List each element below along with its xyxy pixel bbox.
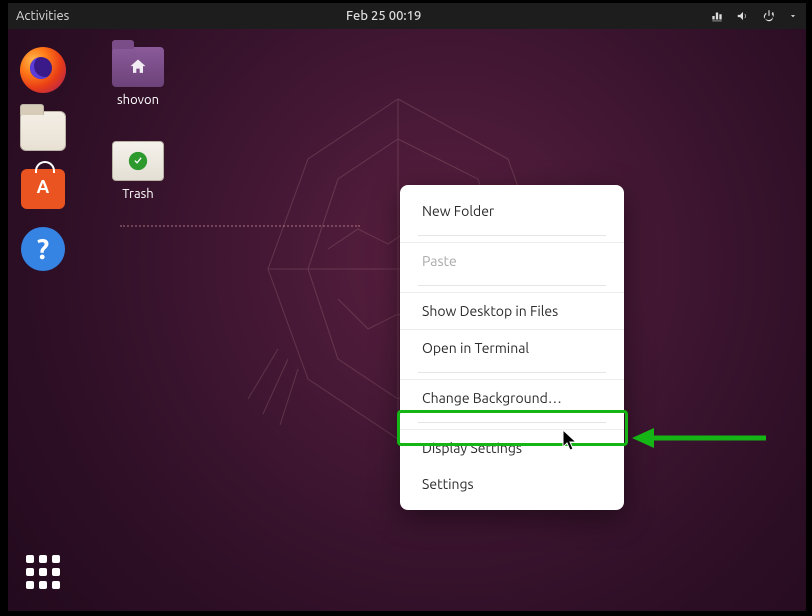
dock-firefox-icon[interactable] [20,47,66,93]
menu-display-settings[interactable]: Display Settings [400,429,624,466]
desktop[interactable]: ? shovon Trash [8,29,806,611]
wallpaper-dots [120,225,360,227]
annotation-arrow-icon [626,423,776,453]
dock-files-icon[interactable] [20,111,66,151]
menu-open-in-terminal[interactable]: Open in Terminal [400,329,624,366]
trash-icon[interactable]: Trash [98,141,178,201]
menu-show-desktop-in-files[interactable]: Show Desktop in Files [400,292,624,329]
power-icon[interactable] [762,9,776,23]
show-applications-icon[interactable] [26,555,60,589]
menu-paste: Paste [400,242,624,279]
desktop-icons: shovon Trash [98,47,178,201]
dock-help-icon[interactable]: ? [21,227,65,271]
menu-new-folder[interactable]: New Folder [400,193,624,229]
clock[interactable]: Feb 25 00:19 [346,9,421,23]
menu-separator [418,285,606,286]
menu-change-background[interactable]: Change Background… [400,379,624,416]
trash-glyph [112,141,164,181]
home-folder-icon[interactable]: shovon [98,47,178,107]
activities-button[interactable]: Activities [16,9,69,23]
system-tray[interactable] [710,9,798,23]
folder-icon [112,47,164,87]
volume-icon[interactable] [736,9,750,23]
menu-separator [418,422,606,423]
chevron-down-icon[interactable] [788,11,798,21]
trash-label: Trash [98,187,178,201]
menu-settings[interactable]: Settings [400,466,624,502]
dock-software-icon[interactable] [21,169,65,209]
home-folder-label: shovon [98,93,178,107]
menu-separator [418,372,606,373]
dock: ? [8,29,78,611]
desktop-context-menu: New Folder Paste Show Desktop in Files O… [400,185,624,510]
menu-separator [418,235,606,236]
screen: Activities Feb 25 00:19 [8,3,806,611]
top-panel: Activities Feb 25 00:19 [8,3,806,29]
network-icon[interactable] [710,9,724,23]
